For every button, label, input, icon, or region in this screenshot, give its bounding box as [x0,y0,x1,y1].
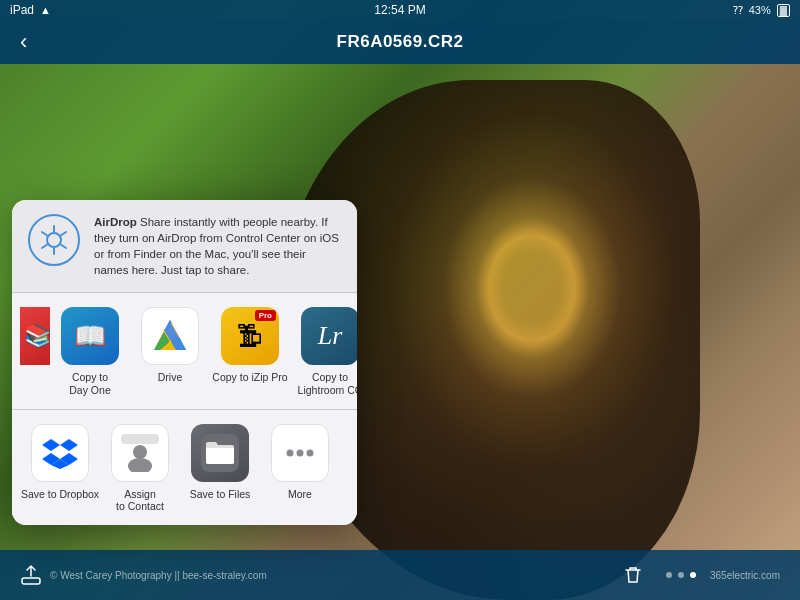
svg-point-16 [307,449,314,456]
airdrop-icon [28,214,80,266]
battery-icon: ▓ [777,4,790,17]
wifi-icon: ▲ [40,4,51,16]
svg-point-0 [47,233,61,247]
nav-title: FR6A0569.CR2 [337,32,464,52]
dropbox-icon-svg [42,437,78,469]
contacts-icon-svg [121,434,159,472]
upload-icon[interactable] [20,564,42,586]
dropbox-icon [31,424,89,482]
drive-icon [141,307,199,365]
app-files[interactable]: Save to Files [180,424,260,513]
app-dropbox[interactable]: Save to Dropbox [20,424,100,513]
apps-row-1: 📚 📖 Copy toDay One [12,293,357,409]
partial-icon: 📚 [24,323,50,349]
contacts-icon [111,424,169,482]
website-label: 365electric.com [710,570,780,581]
more-icon-svg [281,434,319,472]
watermark: © West Carey Photography || bee-se-stral… [50,570,267,581]
dot-1 [666,572,672,578]
dayone-icon-symbol: 📖 [74,321,106,352]
app-dayone[interactable]: 📖 Copy toDay One [50,307,130,396]
delete-icon[interactable] [622,564,644,586]
contacts-label: Assignto Contact [116,488,164,513]
bluetooth-icon: ⁇ [733,4,743,17]
airdrop-description: AirDrop Share instantly with people near… [94,214,341,278]
drive-label: Drive [158,371,183,384]
status-right: ⁇ 43% ▓ [670,4,790,17]
battery-percent: 43% [749,4,771,16]
lightroom-icon: Lr [301,307,357,365]
svg-marker-5 [60,439,78,451]
svg-point-11 [133,445,147,459]
status-bar: iPad ▲ 12:54 PM ⁇ 43% ▓ [0,0,800,20]
dot-3 [690,572,696,578]
app-izip[interactable]: 🗜 Pro Copy to iZip Pro [210,307,290,396]
airdrop-section: AirDrop Share instantly with people near… [12,200,357,293]
toolbar-right: 365electric.com [622,564,780,586]
status-time: 12:54 PM [374,3,425,17]
bottom-toolbar: © West Carey Photography || bee-se-stral… [0,550,800,600]
ipad-label: iPad [10,3,34,17]
svg-point-15 [297,449,304,456]
svg-rect-17 [22,578,40,584]
files-icon-svg [201,434,239,472]
svg-point-14 [287,449,294,456]
app-more[interactable]: More [260,424,340,513]
dayone-label: Copy toDay One [69,371,110,396]
more-label: More [288,488,312,501]
files-icon [191,424,249,482]
dropbox-label: Save to Dropbox [21,488,99,501]
app-contacts[interactable]: Assignto Contact [100,424,180,513]
apps-row-2: Save to Dropbox Assignto Contact [12,410,357,525]
izip-icon-symbol: 🗜 [237,321,263,352]
more-icon [271,424,329,482]
nav-bar: ‹ FR6A0569.CR2 [0,20,800,64]
status-left: iPad ▲ [10,3,130,17]
pro-badge: Pro [255,310,276,321]
lightroom-icon-symbol: Lr [318,321,343,351]
airdrop-title: AirDrop [94,216,137,228]
files-label: Save to Files [190,488,251,501]
toolbar-left: © West Carey Photography || bee-se-stral… [20,564,267,586]
izip-icon: 🗜 Pro [221,307,279,365]
dot-2 [678,572,684,578]
drive-icon-svg [150,318,190,354]
dayone-icon: 📖 [61,307,119,365]
back-button[interactable]: ‹ [10,24,37,60]
svg-rect-10 [121,434,159,444]
app-drive[interactable]: Drive [130,307,210,396]
share-sheet: AirDrop Share instantly with people near… [12,200,357,525]
lightroom-label: Copy toLightroom CC [298,371,357,396]
izip-label: Copy to iZip Pro [212,371,287,384]
svg-marker-4 [42,439,60,451]
app-lightroom[interactable]: Lr Copy toLightroom CC [290,307,357,396]
app-partial[interactable]: 📚 [20,307,50,396]
airdrop-icon-svg [36,222,72,258]
